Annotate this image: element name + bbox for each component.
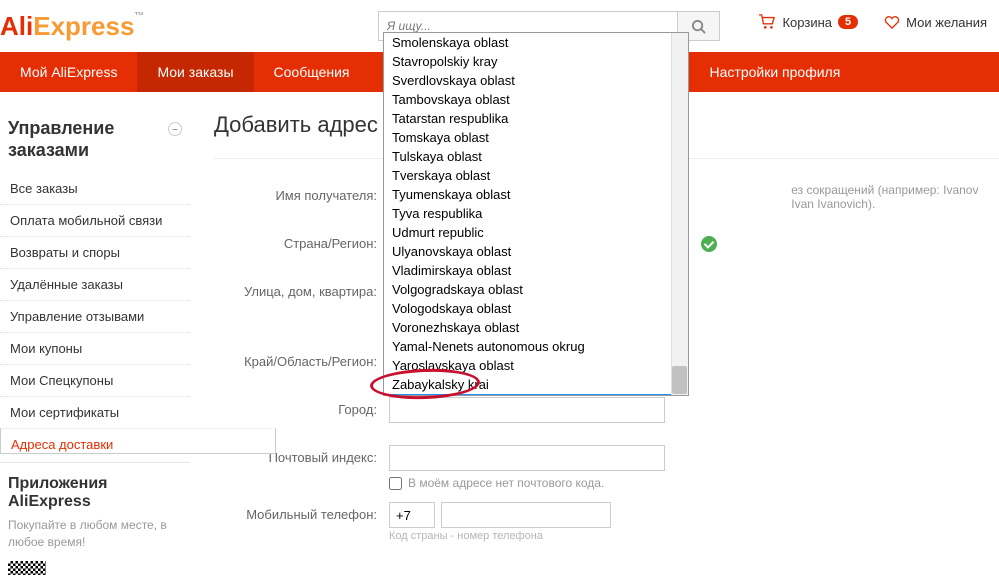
- dropdown-option[interactable]: Udmurt republic: [384, 223, 688, 242]
- sidebar: Управление заказами – Все заказы Оплата …: [0, 112, 200, 575]
- dropdown-option[interactable]: Yaroslavskaya oblast: [384, 356, 688, 375]
- dropdown-option[interactable]: Voronezhskaya oblast: [384, 318, 688, 337]
- qr-code-icon: [8, 561, 46, 575]
- dropdown-option[interactable]: Zabaykalsky krai: [384, 375, 688, 394]
- dropdown-option[interactable]: Volgogradskaya oblast: [384, 280, 688, 299]
- dropdown-option[interactable]: Tomskaya oblast: [384, 128, 688, 147]
- dropdown-option[interactable]: Tverskaya oblast: [384, 166, 688, 185]
- heart-icon: [884, 15, 900, 29]
- header-links: Корзина 5 Мои желания: [758, 14, 987, 30]
- tab-messages[interactable]: Сообщения: [254, 52, 370, 92]
- logo-tm: ™: [134, 11, 144, 22]
- apps-title: Приложения AliExpress: [0, 475, 190, 517]
- dropdown-list: Smolenskaya oblastStavropolskiy kraySver…: [384, 33, 688, 395]
- input-phone-cc[interactable]: [389, 502, 435, 528]
- dropdown-option[interactable]: Tyva respublika: [384, 204, 688, 223]
- label-city: Город:: [214, 397, 389, 417]
- hint-name: ез сокращений (например: Ivanov Ivan Iva…: [791, 183, 999, 211]
- dropdown-option[interactable]: Vladimirskaya oblast: [384, 261, 688, 280]
- logo-express: Express: [33, 11, 134, 41]
- phone-sublabel: Код страны - номер телефона: [389, 530, 543, 542]
- wishlist-label: Мои желания: [906, 15, 987, 30]
- label-phone: Мобильный телефон:: [214, 502, 389, 522]
- scrollbar-thumb[interactable]: [672, 366, 687, 394]
- sidebar-item-reviews[interactable]: Управление отзывами: [0, 300, 190, 332]
- row-phone: Мобильный телефон: Код страны - номер те…: [214, 502, 999, 542]
- sidebar-item-mobile-topup[interactable]: Оплата мобильной связи: [0, 204, 190, 236]
- label-street: Улица, дом, квартира:: [214, 279, 389, 299]
- dropdown-option[interactable]: Vologodskaya oblast: [384, 299, 688, 318]
- wishlist-link[interactable]: Мои желания: [884, 15, 987, 30]
- region-dropdown[interactable]: Smolenskaya oblastStavropolskiy kraySver…: [383, 32, 689, 396]
- dropdown-option[interactable]: Tatarstan respublika: [384, 109, 688, 128]
- cart-badge: 5: [838, 15, 858, 29]
- dropdown-option[interactable]: Stavropolskiy kray: [384, 52, 688, 71]
- logo-ali: Ali: [0, 11, 33, 41]
- tab-my-aliexpress[interactable]: Мой AliExpress: [0, 52, 137, 92]
- dropdown-option[interactable]: Smolenskaya oblast: [384, 33, 688, 52]
- sidebar-item-gift-cards[interactable]: Мои сертификаты: [0, 396, 190, 428]
- sidebar-item-all-orders[interactable]: Все заказы: [0, 173, 190, 204]
- dropdown-option[interactable]: Sverdlovskaya oblast: [384, 71, 688, 90]
- logo[interactable]: AliExpress™: [0, 11, 144, 42]
- row-postal: Почтовый индекс: В моём адресе нет почто…: [214, 445, 999, 490]
- sidebar-title-row: Управление заказами –: [0, 112, 190, 173]
- label-name: Имя получателя:: [214, 183, 389, 203]
- sidebar-item-special-coupons[interactable]: Мои Спецкупоны: [0, 364, 190, 396]
- checkbox-no-postal[interactable]: [389, 477, 402, 490]
- no-postal-row[interactable]: В моём адресе нет почтового кода.: [389, 476, 604, 490]
- cart-icon: [758, 14, 776, 30]
- tab-profile-settings[interactable]: Настройки профиля: [690, 52, 861, 92]
- check-ok-icon: [701, 236, 717, 252]
- dropdown-option[interactable]: Yamal-Nenets autonomous okrug: [384, 337, 688, 356]
- collapse-icon[interactable]: –: [168, 122, 182, 136]
- cart-label: Корзина: [782, 15, 832, 30]
- sidebar-apps-block: Приложения AliExpress Покупайте в любом …: [0, 462, 190, 575]
- input-phone-number[interactable]: [441, 502, 611, 528]
- dropdown-option[interactable]: Tyumenskaya oblast: [384, 185, 688, 204]
- search-icon: [691, 19, 706, 34]
- row-city: Город:: [214, 397, 999, 425]
- dropdown-option[interactable]: Tambovskaya oblast: [384, 90, 688, 109]
- cart-link[interactable]: Корзина 5: [758, 14, 858, 30]
- tab-my-orders[interactable]: Мои заказы: [137, 52, 253, 92]
- apps-subtitle: Покупайте в любом месте, в любое время!: [0, 517, 190, 561]
- label-no-postal: В моём адресе нет почтового кода.: [408, 476, 604, 490]
- sidebar-item-disputes[interactable]: Возвраты и споры: [0, 236, 190, 268]
- input-city[interactable]: [389, 397, 665, 423]
- dropdown-option[interactable]: Ulyanovskaya oblast: [384, 242, 688, 261]
- dropdown-option[interactable]: Tulskaya oblast: [384, 147, 688, 166]
- dropdown-option[interactable]: Other: [384, 394, 688, 395]
- input-postal[interactable]: [389, 445, 665, 471]
- dropdown-scrollbar[interactable]: [671, 33, 688, 395]
- label-country: Страна/Регион:: [214, 231, 389, 251]
- sidebar-list: Все заказы Оплата мобильной связи Возвра…: [0, 173, 190, 454]
- sidebar-item-shipping-addresses[interactable]: Адреса доставки: [0, 428, 276, 454]
- sidebar-item-deleted-orders[interactable]: Удалённые заказы: [0, 268, 190, 300]
- sidebar-title: Управление заказами: [8, 118, 158, 161]
- label-region: Край/Область/Регион:: [214, 349, 389, 369]
- sidebar-item-coupons[interactable]: Мои купоны: [0, 332, 190, 364]
